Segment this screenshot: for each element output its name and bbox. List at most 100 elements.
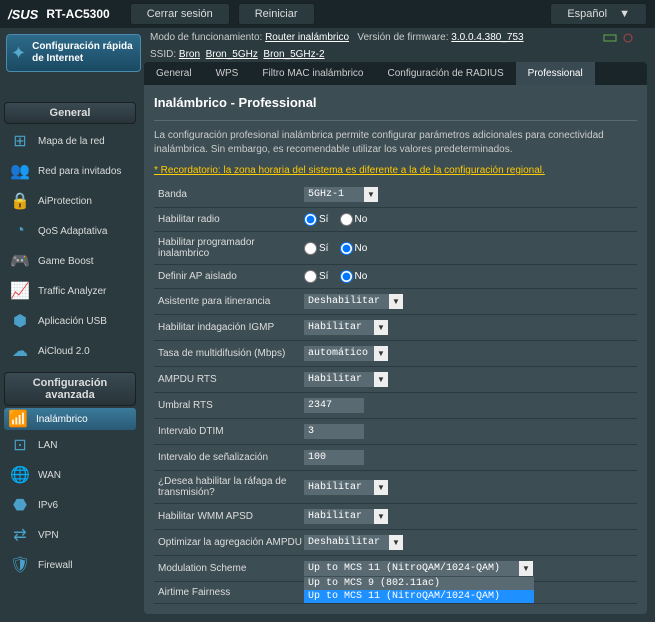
- sidebar-item-aicloud[interactable]: ☁AiCloud 2.0: [4, 336, 136, 366]
- page-desc: La configuración profesional inalámbrica…: [154, 129, 637, 157]
- tab-professional[interactable]: Professional: [516, 62, 595, 85]
- mcast-label: Tasa de multidifusión (Mbps): [154, 348, 304, 359]
- dtim-label: Intervalo DTIM: [154, 426, 304, 437]
- band-select[interactable]: 5GHz-1▼: [304, 187, 378, 202]
- ampdurts-select[interactable]: Habilitar▼: [304, 372, 388, 387]
- quick-setup-label: Configuración rápida de Internet: [32, 41, 136, 65]
- quick-setup-button[interactable]: ✦ Configuración rápida de Internet: [6, 34, 141, 72]
- sidebar-item-qos[interactable]: ◔QoS Adaptativa: [4, 216, 136, 246]
- mod-option-0[interactable]: Up to MCS 9 (802.11ac): [304, 577, 534, 590]
- apiso-no[interactable]: No: [340, 270, 368, 283]
- tab-macfilter[interactable]: Filtro MAC inalámbrico: [250, 62, 375, 85]
- radio-yes[interactable]: Sí: [304, 213, 328, 226]
- roam-label: Asistente para itinerancia: [154, 296, 304, 307]
- band-label: Banda: [154, 189, 304, 200]
- rts-label: Umbral RTS: [154, 400, 304, 411]
- chevron-down-icon: ▼: [519, 561, 533, 576]
- chevron-down-icon: ▼: [619, 8, 630, 20]
- brand-logo: /SUS: [8, 7, 38, 22]
- page-title: Inalámbrico - Professional: [154, 95, 637, 121]
- mcast-select[interactable]: automático▼: [304, 346, 388, 361]
- sidebar-item-map[interactable]: ⊞Mapa de la red: [4, 126, 136, 156]
- fw-link[interactable]: 3.0.0.4.380_753: [451, 32, 523, 43]
- chart-icon: 📈: [10, 282, 30, 300]
- ampduagg-label: Optimizar la agregación AMPDU: [154, 537, 304, 548]
- mod-option-1[interactable]: Up to MCS 11 (NitroQAM/1024-QAM): [304, 590, 534, 603]
- wmm-select[interactable]: Habilitar▼: [304, 509, 388, 524]
- nav-group-advanced: Configuración avanzada: [4, 372, 136, 406]
- sidebar-item-usb[interactable]: ⬢Aplicación USB: [4, 306, 136, 336]
- tab-general[interactable]: General: [144, 62, 204, 85]
- sidebar-item-vpn[interactable]: ⇄VPN: [4, 520, 136, 550]
- sidebar-item-aiprotection[interactable]: 🔒AiProtection: [4, 186, 136, 216]
- dtim-input[interactable]: [304, 424, 364, 439]
- sidebar-item-gameboost[interactable]: 🎮Game Boost: [4, 246, 136, 276]
- air-label: Airtime Fairness: [154, 587, 304, 598]
- mode-label: Modo de funcionamiento:: [150, 32, 262, 43]
- igmp-label: Habilitar indagación IGMP: [154, 322, 304, 333]
- sched-label: Habilitar programador inalambrico: [154, 237, 304, 259]
- ssid2-link[interactable]: Bron_5GHz: [206, 49, 258, 60]
- lock-icon: 🔒: [10, 192, 30, 210]
- reminder-link[interactable]: * Recordatorio: la zona horaria del sist…: [154, 165, 637, 176]
- usb-icon: ⬢: [10, 312, 30, 330]
- logout-button[interactable]: Cerrar sesión: [130, 3, 230, 25]
- gauge-icon: ◔: [10, 222, 30, 240]
- mod-label: Modulation Scheme: [154, 563, 304, 574]
- sidebar-item-wireless[interactable]: 📶Inalámbrico: [4, 408, 136, 430]
- burst-select[interactable]: Habilitar▼: [304, 480, 388, 495]
- wan-icon: 🌐: [10, 466, 30, 484]
- cloud-icon: ☁: [10, 342, 30, 360]
- rts-input[interactable]: [304, 398, 364, 413]
- vpn-icon: ⇄: [10, 526, 30, 544]
- ampduagg-select[interactable]: Deshabilitar▼: [304, 535, 403, 550]
- ampdurts-label: AMPDU RTS: [154, 374, 304, 385]
- sidebar-item-ipv6[interactable]: ⬣IPv6: [4, 490, 136, 520]
- apiso-yes[interactable]: Sí: [304, 270, 328, 283]
- wmm-label: Habilitar WMM APSD: [154, 511, 304, 522]
- shield-icon: 🛡: [10, 556, 30, 574]
- sched-yes[interactable]: Sí: [304, 242, 328, 255]
- nav-group-general: General: [4, 102, 136, 124]
- ipv6-icon: ⬣: [10, 496, 30, 514]
- burst-label: ¿Desea habilitar la ráfaga de transmisió…: [154, 476, 304, 498]
- ssid-label: SSID:: [150, 49, 176, 60]
- radio-label: Habilitar radio: [154, 214, 304, 225]
- globe-icon: ✦: [11, 43, 26, 64]
- reboot-button[interactable]: Reiniciar: [238, 3, 315, 25]
- wifi-icon: 📶: [8, 410, 28, 428]
- mod-select[interactable]: Up to MCS 11 (NitroQAM/1024-QAM)▼: [304, 561, 533, 576]
- lan-icon: ⊡: [10, 436, 30, 454]
- chevron-down-icon: ▼: [374, 480, 388, 495]
- chevron-down-icon: ▼: [389, 294, 403, 309]
- chevron-down-icon: ▼: [374, 372, 388, 387]
- beacon-label: Intervalo de señalización: [154, 452, 304, 463]
- sidebar-item-traffic[interactable]: 📈Traffic Analyzer: [4, 276, 136, 306]
- chevron-down-icon: ▼: [389, 535, 403, 550]
- ssid3-link[interactable]: Bron_5GHz-2: [263, 49, 324, 60]
- chevron-down-icon: ▼: [374, 320, 388, 335]
- tab-radius[interactable]: Configuración de RADIUS: [376, 62, 516, 85]
- radio-no[interactable]: No: [340, 213, 368, 226]
- model-label: RT-AC5300: [46, 7, 109, 21]
- sidebar-item-wan[interactable]: 🌐WAN: [4, 460, 136, 490]
- language-select[interactable]: Español▼: [550, 3, 647, 25]
- roam-select[interactable]: Deshabilitar▼: [304, 294, 403, 309]
- mode-link[interactable]: Router inalámbrico: [265, 32, 349, 43]
- ssid1-link[interactable]: Bron: [179, 49, 200, 60]
- beacon-input[interactable]: [304, 450, 364, 465]
- sidebar: General ⊞Mapa de la red 👥Red para invita…: [0, 62, 140, 622]
- sidebar-item-lan[interactable]: ⊡LAN: [4, 430, 136, 460]
- usb-status-icon: [603, 32, 617, 44]
- tab-wps[interactable]: WPS: [204, 62, 251, 85]
- igmp-select[interactable]: Habilitar▼: [304, 320, 388, 335]
- network-icon: ⊞: [10, 132, 30, 150]
- sidebar-item-guest[interactable]: 👥Red para invitados: [4, 156, 136, 186]
- sched-no[interactable]: No: [340, 242, 368, 255]
- link-status-icon: [621, 32, 635, 44]
- mod-dropdown-list: Up to MCS 9 (802.11ac) Up to MCS 11 (Nit…: [304, 577, 534, 603]
- sidebar-item-firewall[interactable]: 🛡Firewall: [4, 550, 136, 580]
- apiso-label: Definir AP aislado: [154, 271, 304, 282]
- chevron-down-icon: ▼: [364, 187, 378, 202]
- fw-label: Versión de firmware:: [357, 32, 448, 43]
